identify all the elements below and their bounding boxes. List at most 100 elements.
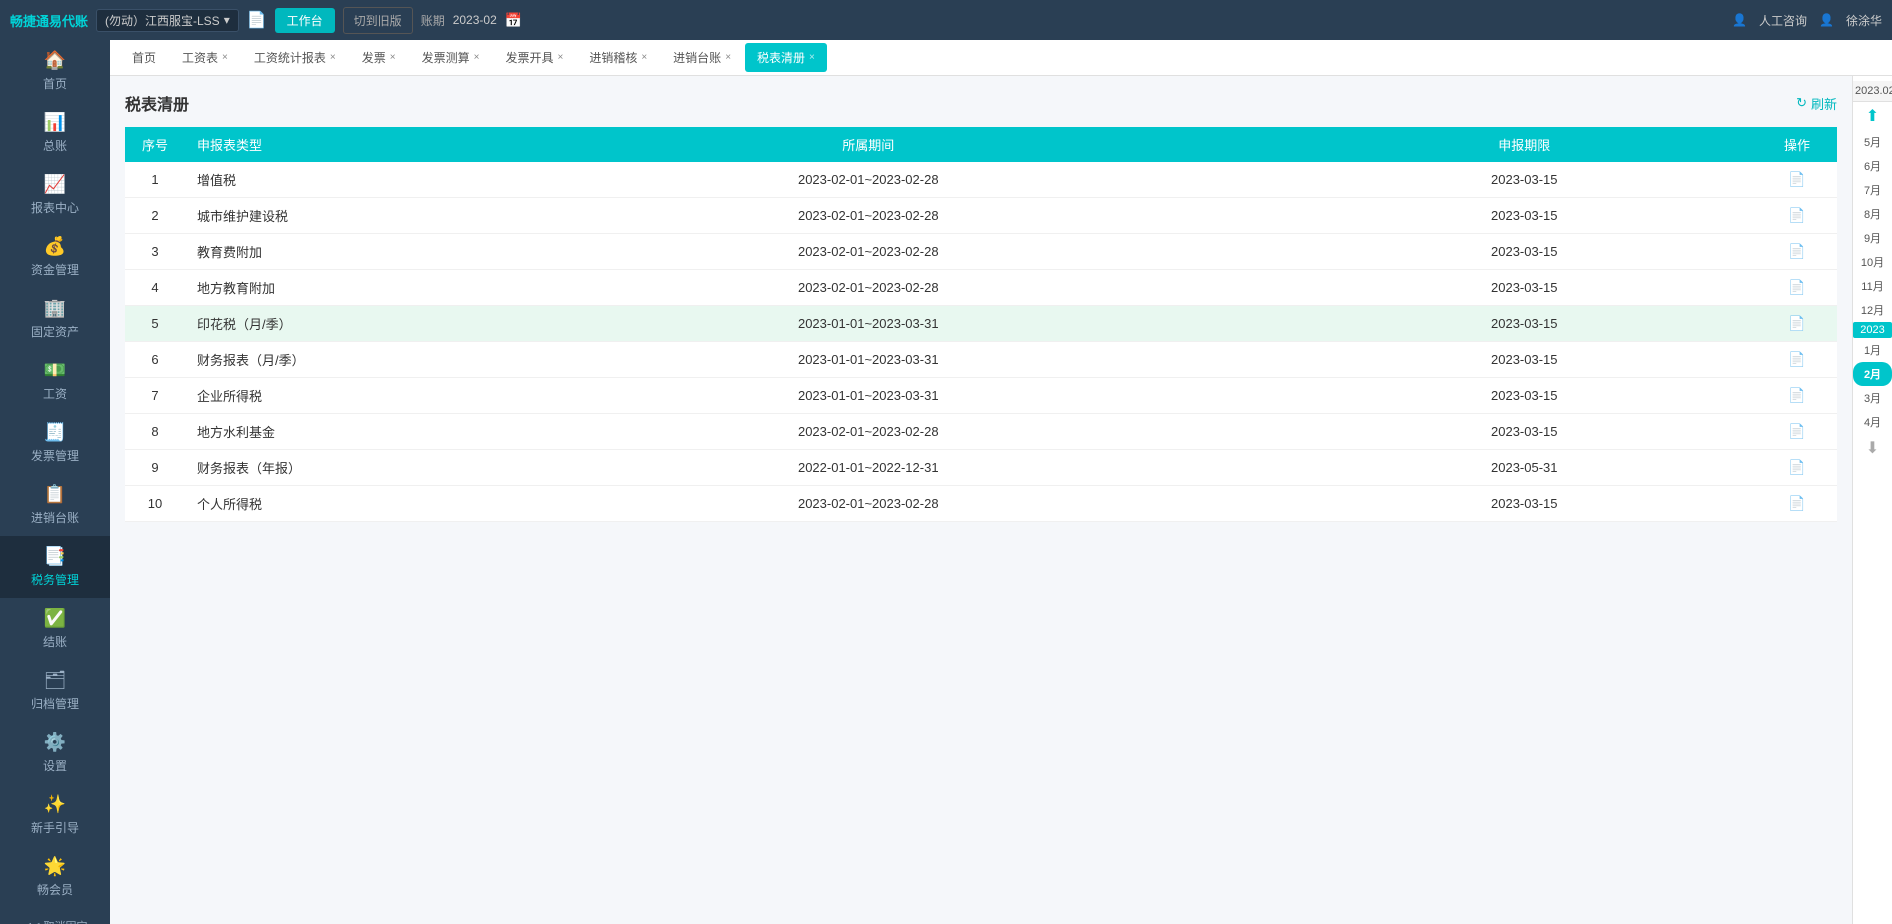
page-title: 税表清册 [125,91,189,115]
action-icon[interactable]: 📄 [1788,207,1805,223]
settings-icon: ⚙️ [44,732,66,753]
action-icon[interactable]: 📄 [1788,279,1805,295]
tab-invoice-close[interactable]: × [390,52,396,63]
cell-action[interactable]: 📄 [1757,270,1837,306]
panel-month-1[interactable]: 1月 [1853,338,1892,362]
action-icon[interactable]: 📄 [1788,315,1805,331]
tab-sales-ledger-label: 进销台账 [673,49,721,66]
cell-period: 2023-02-01~2023-02-28 [445,198,1292,234]
tab-salary-report[interactable]: 工资统计报表 × [242,43,348,72]
tab-invoice-label: 发票 [362,49,386,66]
sidebar-item-member[interactable]: 🌟 畅会员 [0,846,110,908]
tab-salary-table[interactable]: 工资表 × [170,43,240,72]
cell-action[interactable]: 📄 [1757,450,1837,486]
salary-icon: 💵 [44,360,66,381]
panel-month-5[interactable]: 5月 [1853,130,1892,154]
cell-action[interactable]: 📄 [1757,414,1837,450]
panel-month-11[interactable]: 11月 [1853,274,1892,298]
page-header: 税表清册 ↻ 刷新 [125,91,1837,115]
cell-action[interactable]: 📄 [1757,306,1837,342]
panel-scroll-up[interactable]: ⬆ [1866,106,1879,126]
action-icon[interactable]: 📄 [1788,423,1805,439]
tab-tax-list-close[interactable]: × [809,52,815,63]
sidebar-item-funds[interactable]: 💰 资金管理 [0,226,110,288]
tab-home-label: 首页 [132,49,156,66]
panel-month-4[interactable]: 4月 [1853,410,1892,434]
cell-action[interactable]: 📄 [1757,342,1837,378]
calendar-icon[interactable]: 📅 [505,12,522,29]
tab-invoice-issue[interactable]: 发票开具 × [493,43,575,72]
sidebar-unpin-btn[interactable]: ◀◀ 取消固定 [0,908,110,924]
tab-invoice-calc-close[interactable]: × [474,52,480,63]
sidebar-item-guide[interactable]: ✨ 新手引导 [0,784,110,846]
panel-month-10[interactable]: 10月 [1853,250,1892,274]
cell-action[interactable]: 📄 [1757,486,1837,522]
invoice-icon: 🧾 [44,422,66,443]
cell-action[interactable]: 📄 [1757,378,1837,414]
panel-month-3[interactable]: 3月 [1853,386,1892,410]
panel-month-8[interactable]: 8月 [1853,202,1892,226]
panel-month-12[interactable]: 12月 [1853,298,1892,322]
sidebar-item-settings[interactable]: ⚙️ 设置 [0,722,110,784]
cell-action[interactable]: 📄 [1757,234,1837,270]
action-icon[interactable]: 📄 [1788,171,1805,187]
switch-button[interactable]: 切到旧版 [343,7,413,34]
tab-salary-report-close[interactable]: × [330,52,336,63]
cell-period: 2023-01-01~2023-03-31 [445,378,1292,414]
cell-type: 财务报表（月/季） [185,342,445,378]
consult-label[interactable]: 人工咨询 [1759,12,1807,29]
company-selector[interactable]: (勿动）江西服宝-LSS ▾ [96,9,239,32]
sidebar-label-home: 首页 [43,75,67,92]
sidebar-item-sales[interactable]: 📋 进销台账 [0,474,110,536]
sidebar-item-assets[interactable]: 🏢 固定资产 [0,288,110,350]
cell-action[interactable]: 📄 [1757,198,1837,234]
sidebar-item-reports[interactable]: 📈 报表中心 [0,164,110,226]
tab-tax-list[interactable]: 税表清册 × [745,43,827,72]
sidebar-item-closing[interactable]: ✅ 结账 [0,598,110,660]
tab-sales-ledger[interactable]: 进销台账 × [661,43,743,72]
sidebar-item-home[interactable]: 🏠 首页 [0,40,110,102]
tab-tax-list-label: 税表清册 [757,49,805,66]
cell-id: 10 [125,486,185,522]
content-area: 首页 工资表 × 工资统计报表 × 发票 × 发票测算 × 发票开具 × [110,40,1892,924]
cell-type: 地方水利基金 [185,414,445,450]
sidebar-item-salary[interactable]: 💵 工资 [0,350,110,412]
panel-month-2-active[interactable]: 2月 [1853,362,1892,386]
panel-scroll-down[interactable]: ⬇ [1866,438,1879,458]
sidebar-item-tax[interactable]: 📑 税务管理 [0,536,110,598]
action-icon[interactable]: 📄 [1788,243,1805,259]
tab-salary-table-close[interactable]: × [222,52,228,63]
cell-id: 2 [125,198,185,234]
panel-month-6[interactable]: 6月 [1853,154,1892,178]
workbench-button[interactable]: 工作台 [275,8,335,33]
panel-month-7[interactable]: 7月 [1853,178,1892,202]
cell-type: 印花税（月/季） [185,306,445,342]
tab-home[interactable]: 首页 [120,43,168,72]
sidebar-label-tax: 税务管理 [31,571,79,588]
sidebar-item-archive[interactable]: 🗂 归档管理 [0,660,110,722]
sidebar-item-ledger[interactable]: 📊 总账 [0,102,110,164]
panel-month-9[interactable]: 9月 [1853,226,1892,250]
refresh-button[interactable]: ↻ 刷新 [1796,94,1837,113]
tab-audit-close[interactable]: × [641,52,647,63]
sidebar-label-archive: 归档管理 [31,695,79,712]
tab-audit[interactable]: 进销稽核 × [577,43,659,72]
sidebar-label-guide: 新手引导 [31,819,79,836]
tab-invoice-issue-close[interactable]: × [557,52,563,63]
sidebar-item-invoice[interactable]: 🧾 发票管理 [0,412,110,474]
cell-deadline: 2023-05-31 [1292,450,1757,486]
tab-invoice[interactable]: 发票 × [350,43,408,72]
action-icon[interactable]: 📄 [1788,495,1805,511]
table-row: 5 印花税（月/季） 2023-01-01~2023-03-31 2023-03… [125,306,1837,342]
action-icon[interactable]: 📄 [1788,351,1805,367]
cell-period: 2023-02-01~2023-02-28 [445,234,1292,270]
cell-type: 城市维护建设税 [185,198,445,234]
period-label: 账期 [421,12,445,29]
member-icon: 🌟 [44,856,66,877]
tab-invoice-calc[interactable]: 发票测算 × [410,43,492,72]
refresh-icon: ↻ [1796,95,1807,111]
action-icon[interactable]: 📄 [1788,387,1805,403]
tab-sales-ledger-close[interactable]: × [725,52,731,63]
action-icon[interactable]: 📄 [1788,459,1805,475]
cell-action[interactable]: 📄 [1757,162,1837,198]
